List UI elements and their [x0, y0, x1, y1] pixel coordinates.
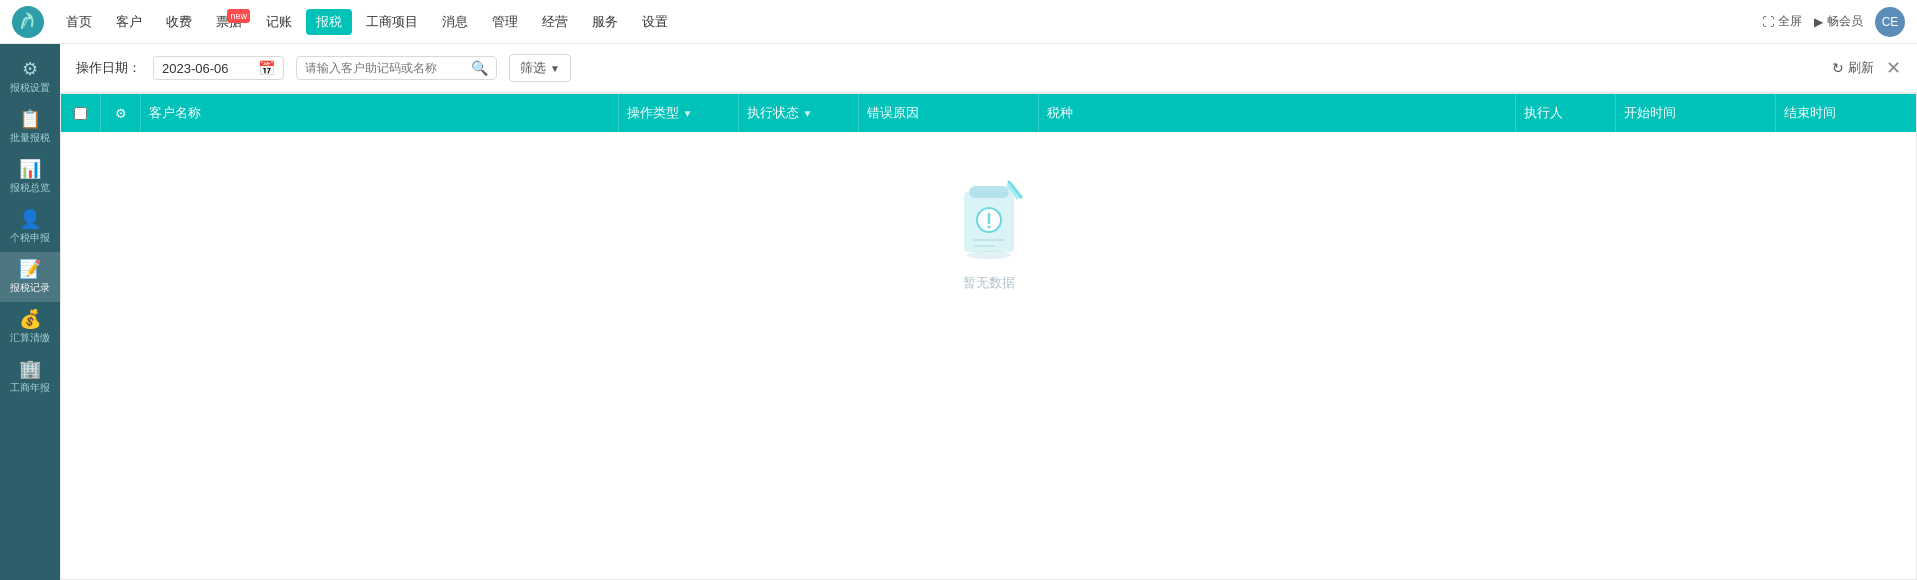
svg-point-0: [12, 6, 44, 38]
select-all-checkbox[interactable]: [74, 107, 87, 120]
refresh-label: 刷新: [1848, 59, 1874, 77]
main-layout: ⚙ 报税设置 📋 批量报税 📊 报税总览 👤 个税申报 📝 报税记录 💰 汇算清缴 🏢 工商年报 操作日期…: [0, 44, 1917, 580]
filter-button[interactable]: 筛选 ▼: [509, 54, 571, 82]
fullscreen-icon: ⛶: [1762, 15, 1774, 29]
date-label: 操作日期：: [76, 59, 141, 77]
sort-operation-type-icon: ▼: [683, 108, 693, 119]
fullscreen-label: 全屏: [1778, 13, 1802, 30]
table-container: ⚙ 客户名称 操作类型 ▼ 执行状态 ▼ 错误原因 税种: [60, 93, 1917, 580]
column-checkbox[interactable]: [61, 94, 101, 132]
refresh-icon: ↻: [1832, 60, 1844, 76]
chevron-down-icon: ▼: [550, 63, 560, 74]
svg-rect-4: [969, 186, 1009, 198]
sidebar: ⚙ 报税设置 📋 批量报税 📊 报税总览 👤 个税申报 📝 报税记录 💰 汇算清缴 🏢 工商年报: [0, 44, 60, 580]
nav-items: 首页客户收费票据new记账报税工商项目消息管理经营服务设置: [56, 9, 1762, 35]
empty-illustration: [949, 172, 1029, 262]
column-error-reason: 错误原因: [859, 94, 1039, 132]
member-button[interactable]: ▶ 畅会员: [1814, 13, 1863, 30]
nav-item-首页[interactable]: 首页: [56, 9, 102, 35]
fullscreen-button[interactable]: ⛶ 全屏: [1762, 13, 1802, 30]
avatar[interactable]: CE: [1875, 7, 1905, 37]
top-nav-right: ⛶ 全屏 ▶ 畅会员 CE: [1762, 7, 1905, 37]
svg-point-7: [987, 226, 990, 229]
sidebar-item-汇算清缴[interactable]: 💰 汇算清缴: [0, 302, 60, 352]
search-input[interactable]: [305, 61, 465, 75]
sidebar-label-汇算清缴: 汇算清缴: [10, 332, 50, 344]
sidebar-label-批量报税: 批量报税: [10, 132, 50, 144]
member-icon: ▶: [1814, 15, 1823, 29]
sidebar-icon-批量报税: 📋: [19, 110, 41, 128]
nav-item-记账[interactable]: 记账: [256, 9, 302, 35]
nav-badge-票据: new: [227, 9, 250, 23]
column-customer-name: 客户名称: [141, 94, 619, 132]
sidebar-item-报税记录[interactable]: 📝 报税记录: [0, 252, 60, 302]
toolbar-right: ↻ 刷新 ✕: [1832, 59, 1901, 77]
column-settings[interactable]: ⚙: [101, 94, 141, 132]
member-label: 畅会员: [1827, 13, 1863, 30]
nav-item-管理[interactable]: 管理: [482, 9, 528, 35]
sidebar-icon-汇算清缴: 💰: [19, 310, 41, 328]
empty-text: 暂无数据: [963, 274, 1015, 292]
nav-item-设置[interactable]: 设置: [632, 9, 678, 35]
top-nav: 首页客户收费票据new记账报税工商项目消息管理经营服务设置 ⛶ 全屏 ▶ 畅会员…: [0, 0, 1917, 44]
nav-item-收费[interactable]: 收费: [156, 9, 202, 35]
column-end-time: 结束时间: [1776, 94, 1916, 132]
column-exec-status[interactable]: 执行状态 ▼: [739, 94, 859, 132]
sidebar-item-工商年报[interactable]: 🏢 工商年报: [0, 352, 60, 402]
sidebar-item-报税设置[interactable]: ⚙ 报税设置: [0, 52, 60, 102]
sidebar-label-报税设置: 报税设置: [10, 82, 50, 94]
sidebar-label-报税总览: 报税总览: [10, 182, 50, 194]
toolbar: 操作日期： 📅 🔍 筛选 ▼ ↻ 刷新 ✕: [60, 44, 1917, 93]
sidebar-item-报税总览[interactable]: 📊 报税总览: [0, 152, 60, 202]
column-executor: 执行人: [1516, 94, 1616, 132]
nav-item-报税[interactable]: 报税: [306, 9, 352, 35]
column-tax-type: 税种: [1039, 94, 1517, 132]
settings-icon: ⚙: [115, 106, 127, 121]
sidebar-item-批量报税[interactable]: 📋 批量报税: [0, 102, 60, 152]
content-area: 操作日期： 📅 🔍 筛选 ▼ ↻ 刷新 ✕: [60, 44, 1917, 580]
search-wrapper[interactable]: 🔍: [296, 56, 497, 80]
column-start-time: 开始时间: [1616, 94, 1776, 132]
date-input[interactable]: [162, 61, 252, 76]
sort-exec-status-icon: ▼: [803, 108, 813, 119]
sidebar-label-工商年报: 工商年报: [10, 382, 50, 394]
sidebar-item-个税申报[interactable]: 👤 个税申报: [0, 202, 60, 252]
nav-item-经营[interactable]: 经营: [532, 9, 578, 35]
sidebar-label-报税记录: 报税记录: [10, 282, 50, 294]
sidebar-icon-报税总览: 📊: [19, 160, 41, 178]
sidebar-icon-报税记录: 📝: [19, 260, 41, 278]
nav-item-服务[interactable]: 服务: [582, 9, 628, 35]
search-icon[interactable]: 🔍: [471, 60, 488, 76]
nav-item-工商项目[interactable]: 工商项目: [356, 9, 428, 35]
sidebar-icon-工商年报: 🏢: [19, 360, 41, 378]
nav-item-客户[interactable]: 客户: [106, 9, 152, 35]
table-header: ⚙ 客户名称 操作类型 ▼ 执行状态 ▼ 错误原因 税种: [61, 94, 1916, 132]
svg-point-10: [967, 251, 1011, 259]
sidebar-icon-报税设置: ⚙: [22, 60, 38, 78]
filter-label: 筛选: [520, 59, 546, 77]
empty-state: 暂无数据: [61, 132, 1916, 332]
column-operation-type[interactable]: 操作类型 ▼: [619, 94, 739, 132]
close-button[interactable]: ✕: [1886, 59, 1901, 77]
nav-item-票据[interactable]: 票据new: [206, 9, 252, 35]
refresh-button[interactable]: ↻ 刷新: [1832, 59, 1874, 77]
date-input-wrapper[interactable]: 📅: [153, 56, 284, 80]
app-logo[interactable]: [12, 6, 44, 38]
sidebar-label-个税申报: 个税申报: [10, 232, 50, 244]
calendar-icon: 📅: [258, 60, 275, 76]
nav-item-消息[interactable]: 消息: [432, 9, 478, 35]
sidebar-icon-个税申报: 👤: [19, 210, 41, 228]
